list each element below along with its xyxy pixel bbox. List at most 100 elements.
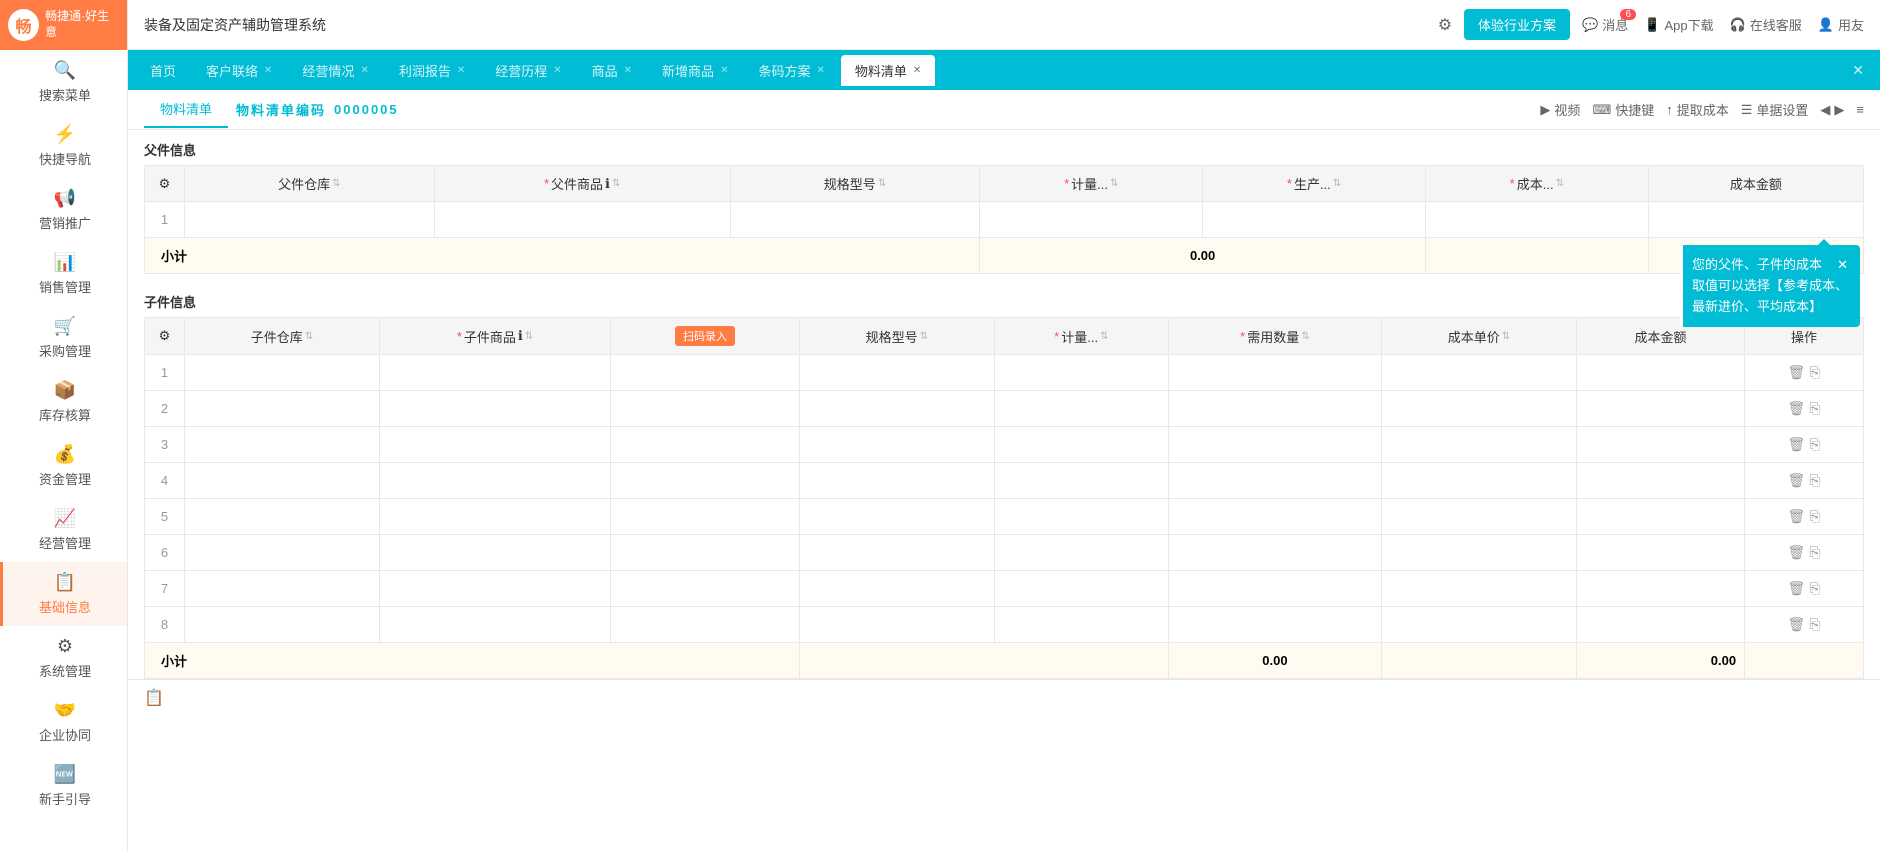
child-cell-scan-3[interactable] [611, 427, 800, 463]
delete-icon-5[interactable]: 🗑 [1788, 508, 1806, 525]
prev-arrow[interactable]: ◀ [1820, 102, 1830, 118]
child-cell-unit-7[interactable] [994, 571, 1168, 607]
nav-tab-7[interactable]: 条码方案✕ [744, 55, 838, 86]
copy-icon-6[interactable]: ⎘ [1809, 544, 1820, 561]
video-action[interactable]: ▶ 视频 [1540, 100, 1580, 119]
delete-icon-1[interactable]: 🗑 [1788, 364, 1806, 381]
child-cell-unitcost-6[interactable] [1382, 535, 1577, 571]
nav-tab-8[interactable]: 物料清单✕ [841, 55, 935, 86]
child-cell-qty-5[interactable] [1168, 499, 1381, 535]
child-cell-scan-5[interactable] [611, 499, 800, 535]
child-cell-qty-8[interactable] [1168, 607, 1381, 643]
doc-settings-action[interactable]: ☰ 单据设置 [1741, 100, 1809, 119]
sidebar-item-enterprise[interactable]: 🤝 企业协同 [0, 690, 127, 754]
delete-icon-4[interactable]: 🗑 [1788, 472, 1806, 489]
child-cell-unitcost-5[interactable] [1382, 499, 1577, 535]
child-cell-warehouse-5[interactable] [185, 499, 380, 535]
sidebar-item-marketing[interactable]: 📢 营销推广 [0, 178, 127, 242]
child-cell-spec-1[interactable] [799, 355, 994, 391]
app-download-item[interactable]: 📱 App下载 [1644, 15, 1713, 34]
sidebar-item-sales[interactable]: 📊 销售管理 [0, 242, 127, 306]
sub-tab-bill-list[interactable]: 物料清单 [144, 91, 228, 128]
sidebar-item-operation[interactable]: 📈 经营管理 [0, 498, 127, 562]
nav-tab-close-1[interactable]: ✕ [264, 65, 272, 76]
parent-th-settings[interactable]: ⚙ [145, 166, 185, 202]
child-cell-spec-7[interactable] [799, 571, 994, 607]
user-item[interactable]: 👤 用友 [1818, 15, 1864, 34]
child-cell-scan-1[interactable] [611, 355, 800, 391]
nav-tab-5[interactable]: 商品✕ [578, 55, 646, 86]
child-cell-unitcost-2[interactable] [1382, 391, 1577, 427]
child-cell-unitcost-1[interactable] [1382, 355, 1577, 391]
child-cell-spec-5[interactable] [799, 499, 994, 535]
child-cell-warehouse-3[interactable] [185, 427, 380, 463]
copy-icon-8[interactable]: ⎘ [1809, 616, 1820, 633]
gear-button[interactable]: ⚙ [1438, 15, 1452, 35]
child-cell-qty-3[interactable] [1168, 427, 1381, 463]
child-cell-goods-8[interactable] [379, 607, 610, 643]
nav-tab-close-7[interactable]: ✕ [816, 65, 824, 76]
child-cell-goods-2[interactable] [379, 391, 610, 427]
child-cell-warehouse-1[interactable] [185, 355, 380, 391]
nav-tab-6[interactable]: 新增商品✕ [648, 55, 742, 86]
child-cell-spec-4[interactable] [799, 463, 994, 499]
child-cell-goods-1[interactable] [379, 355, 610, 391]
child-cell-scan-4[interactable] [611, 463, 800, 499]
child-th-scan[interactable]: 扫码录入 [611, 318, 800, 355]
child-cell-scan-8[interactable] [611, 607, 800, 643]
delete-icon-7[interactable]: 🗑 [1788, 580, 1806, 597]
child-cell-spec-6[interactable] [799, 535, 994, 571]
sidebar-item-quick[interactable]: ⚡ 快捷导航 [0, 114, 127, 178]
child-cell-spec-2[interactable] [799, 391, 994, 427]
service-item[interactable]: 🎧 在线客服 [1730, 15, 1802, 34]
parent-cell-goods[interactable] [434, 202, 730, 238]
message-icon-item[interactable]: 💬 消息 6 [1582, 15, 1628, 34]
sidebar-item-purchase[interactable]: 🛒 采购管理 [0, 306, 127, 370]
child-cell-goods-3[interactable] [379, 427, 610, 463]
trial-button[interactable]: 体验行业方案 [1464, 9, 1570, 40]
child-cell-goods-5[interactable] [379, 499, 610, 535]
child-th-settings[interactable]: ⚙ [145, 318, 185, 355]
child-cell-unit-5[interactable] [994, 499, 1168, 535]
child-cell-qty-7[interactable] [1168, 571, 1381, 607]
nav-tab-3[interactable]: 利润报告✕ [385, 55, 479, 86]
child-cell-unitcost-4[interactable] [1382, 463, 1577, 499]
nav-tab-0[interactable]: 首页 [136, 55, 190, 86]
parent-cell-unit[interactable] [980, 202, 1203, 238]
child-cell-scan-2[interactable] [611, 391, 800, 427]
child-cell-qty-4[interactable] [1168, 463, 1381, 499]
child-cell-qty-2[interactable] [1168, 391, 1381, 427]
nav-tab-close-2[interactable]: ✕ [360, 65, 368, 76]
sidebar-item-inventory[interactable]: 📦 库存核算 [0, 370, 127, 434]
copy-icon-4[interactable]: ⎘ [1809, 472, 1820, 489]
sidebar-item-basic[interactable]: 📋 基础信息 [0, 562, 127, 626]
child-cell-scan-6[interactable] [611, 535, 800, 571]
tooltip-close-button[interactable]: ✕ [1837, 255, 1848, 276]
copy-icon-5[interactable]: ⎘ [1809, 508, 1820, 525]
next-arrow[interactable]: ▶ [1834, 102, 1844, 118]
child-cell-spec-3[interactable] [799, 427, 994, 463]
parent-cell-cost[interactable] [1425, 202, 1648, 238]
nav-tab-1[interactable]: 客户联络✕ [192, 55, 286, 86]
parent-cell-spec[interactable] [730, 202, 980, 238]
nav-close-button[interactable]: ✕ [1844, 58, 1872, 83]
sidebar-item-system[interactable]: ⚙ 系统管理 [0, 626, 127, 690]
child-cell-scan-7[interactable] [611, 571, 800, 607]
child-cell-unitcost-3[interactable] [1382, 427, 1577, 463]
child-cell-unitcost-7[interactable] [1382, 571, 1577, 607]
child-cell-goods-7[interactable] [379, 571, 610, 607]
child-cell-goods-4[interactable] [379, 463, 610, 499]
child-cell-unit-6[interactable] [994, 535, 1168, 571]
nav-tab-close-5[interactable]: ✕ [624, 65, 632, 76]
child-cell-unit-2[interactable] [994, 391, 1168, 427]
delete-icon-8[interactable]: 🗑 [1788, 616, 1806, 633]
nav-tab-2[interactable]: 经营情况✕ [288, 55, 382, 86]
sidebar-item-guide[interactable]: 🆕 新手引导 [0, 754, 127, 818]
nav-tab-close-6[interactable]: ✕ [720, 65, 728, 76]
copy-icon-7[interactable]: ⎘ [1809, 580, 1820, 597]
copy-icon-2[interactable]: ⎘ [1809, 400, 1820, 417]
child-cell-unit-4[interactable] [994, 463, 1168, 499]
nav-tab-close-3[interactable]: ✕ [457, 65, 465, 76]
delete-icon-2[interactable]: 🗑 [1788, 400, 1806, 417]
copy-icon-1[interactable]: ⎘ [1809, 364, 1820, 381]
